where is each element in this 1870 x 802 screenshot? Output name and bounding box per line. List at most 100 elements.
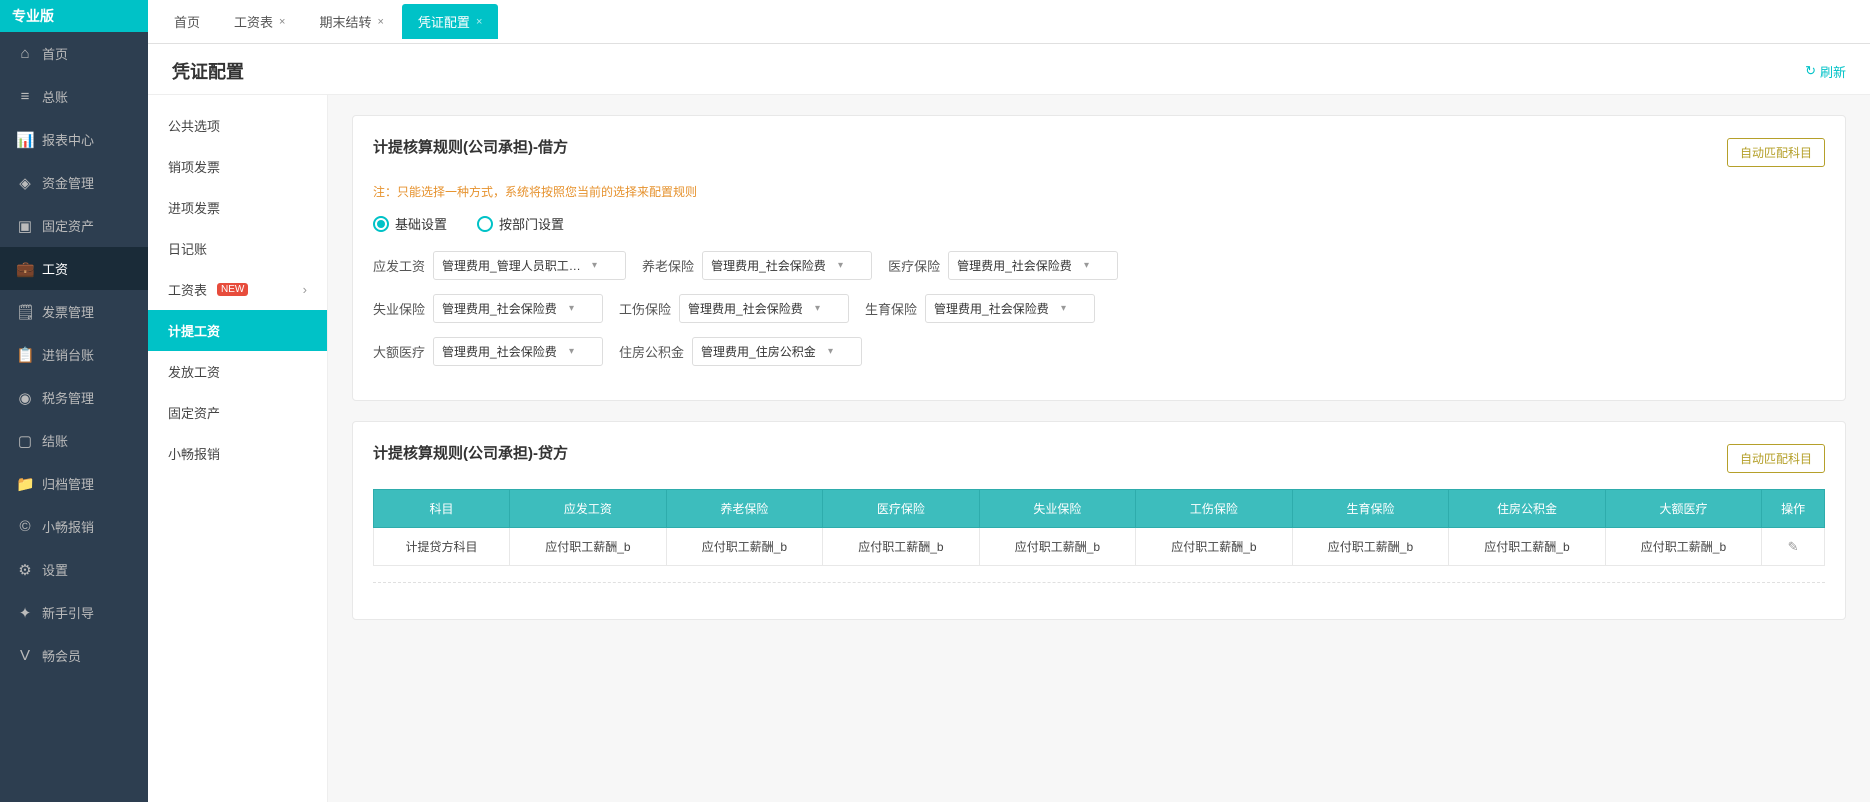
sidebar-item-xiaochang[interactable]: © 小畅报销 (0, 505, 148, 548)
tab-salary-table[interactable]: 工资表 × (218, 4, 301, 39)
td-salary: 应付职工薪酬_b (510, 528, 667, 566)
sidebar-label-report: 报表中心 (42, 130, 94, 149)
refresh-button[interactable]: ↻ 刷新 (1805, 62, 1846, 81)
tab-voucher-config-close[interactable]: × (476, 16, 482, 28)
table-row: 计提贷方科目 应付职工薪酬_b 应付职工薪酬_b 应付职工薪酬_b 应付职工薪酬… (374, 528, 1825, 566)
table-header-row: 科目 应发工资 养老保险 医疗保险 失业保险 工伤保险 生育保险 住房公积金 大… (374, 490, 1825, 528)
left-nav-sales-invoice[interactable]: 销项发票 (148, 146, 327, 187)
debit-form-row-2: 失业保险 管理费用_社会保险费 ▾ 工伤保险 管理费用_社会保险费 ▾ (373, 294, 1825, 323)
debit-auto-match-button[interactable]: 自动匹配科目 (1727, 138, 1825, 167)
left-nav-purchase-invoice[interactable]: 进项发票 (148, 187, 327, 228)
sidebar-label-settings: 设置 (42, 560, 68, 579)
sidebar-label-home: 首页 (42, 44, 68, 63)
sidebar-label-fund: 资金管理 (42, 173, 94, 192)
app-logo: 专业版 (0, 0, 148, 32)
radio-basic[interactable]: 基础设置 (373, 214, 447, 233)
new-badge: NEW (217, 283, 248, 296)
archive-icon: 📁 (16, 475, 34, 493)
th-major-medical: 大额医疗 (1605, 490, 1762, 528)
fund-icon: ◈ (16, 174, 34, 192)
td-housing: 应付职工薪酬_b (1449, 528, 1606, 566)
field-injury: 工伤保险 管理费用_社会保险费 ▾ (619, 294, 849, 323)
select-maternity[interactable]: 管理费用_社会保险费 ▾ (925, 294, 1095, 323)
sidebar-item-fund[interactable]: ◈ 资金管理 (0, 161, 148, 204)
sidebar-item-invoice[interactable]: 🗒 发票管理 (0, 290, 148, 333)
sidebar-label-ledger: 总账 (42, 87, 68, 106)
field-housing: 住房公积金 管理费用_住房公积金 ▾ (619, 337, 862, 366)
td-action[interactable]: ✎ (1762, 528, 1825, 566)
select-unemployment[interactable]: 管理费用_社会保险费 ▾ (433, 294, 603, 323)
radio-dept-label: 按部门设置 (499, 214, 564, 233)
sidebar-item-member[interactable]: V 畅会员 (0, 634, 148, 677)
tab-salary-table-label: 工资表 (234, 12, 273, 31)
refresh-icon: ↻ (1805, 63, 1816, 79)
select-housing[interactable]: 管理费用_住房公积金 ▾ (692, 337, 862, 366)
sidebar-item-home[interactable]: ⌂ 首页 (0, 32, 148, 75)
table-divider (373, 582, 1825, 583)
left-nav-pay-salary[interactable]: 发放工资 (148, 351, 327, 392)
chevron-maternity: ▾ (1061, 303, 1066, 314)
radio-dept[interactable]: 按部门设置 (477, 214, 564, 233)
td-injury: 应付职工薪酬_b (1136, 528, 1293, 566)
select-pension[interactable]: 管理费用_社会保险费 ▾ (702, 251, 872, 280)
credit-table: 科目 应发工资 养老保险 医疗保险 失业保险 工伤保险 生育保险 住房公积金 大… (373, 489, 1825, 566)
tab-period-close[interactable]: 期末结转 × (303, 4, 399, 39)
field-salary: 应发工资 管理费用_管理人员职工薪酬 ▾ (373, 251, 626, 280)
credit-section-title: 计提核算规则(公司承担)-贷方 (373, 442, 568, 463)
report-icon: 📊 (16, 131, 34, 149)
ledger-icon: ≡ (16, 88, 34, 105)
edit-icon[interactable]: ✎ (1788, 539, 1799, 554)
select-medical-text: 管理费用_社会保险费 (957, 257, 1072, 274)
select-injury[interactable]: 管理费用_社会保险费 ▾ (679, 294, 849, 323)
tab-salary-table-close[interactable]: × (279, 16, 285, 28)
label-unemployment: 失业保险 (373, 299, 425, 318)
sidebar-label-purchase: 进销台账 (42, 345, 94, 364)
sidebar-item-tax[interactable]: ◉ 税务管理 (0, 376, 148, 419)
td-subject: 计提贷方科目 (374, 528, 510, 566)
sidebar-item-report[interactable]: 📊 报表中心 (0, 118, 148, 161)
th-maternity: 生育保险 (1292, 490, 1449, 528)
left-nav-accrual[interactable]: 计提工资 (148, 310, 327, 351)
label-major-medical: 大额医疗 (373, 342, 425, 361)
sidebar-label-archive: 归档管理 (42, 474, 94, 493)
tab-period-close-close[interactable]: × (377, 16, 383, 28)
sidebar-item-ledger[interactable]: ≡ 总账 (0, 75, 148, 118)
sidebar-label-assets: 固定资产 (42, 216, 94, 235)
tabs-bar: 首页 工资表 × 期末结转 × 凭证配置 × (148, 0, 1870, 44)
tab-voucher-config-label: 凭证配置 (418, 12, 470, 31)
sidebar-item-archive[interactable]: 📁 归档管理 (0, 462, 148, 505)
debit-section: 计提核算规则(公司承担)-借方 自动匹配科目 注：只能选择一种方式，系统将按照您… (352, 115, 1846, 401)
label-maternity: 生育保险 (865, 299, 917, 318)
expand-icon: › (303, 282, 307, 297)
credit-section: 计提核算规则(公司承担)-贷方 自动匹配科目 科目 应发工资 养老保险 医疗保险… (352, 421, 1846, 620)
label-salary: 应发工资 (373, 256, 425, 275)
sidebar-label-guide: 新手引导 (42, 603, 94, 622)
select-major-medical[interactable]: 管理费用_社会保险费 ▾ (433, 337, 603, 366)
field-pension: 养老保险 管理费用_社会保险费 ▾ (642, 251, 872, 280)
chevron-salary: ▾ (592, 260, 597, 271)
tab-home[interactable]: 首页 (158, 4, 216, 39)
th-injury: 工伤保险 (1136, 490, 1293, 528)
th-action: 操作 (1762, 490, 1825, 528)
sidebar-item-settings[interactable]: ⚙ 设置 (0, 548, 148, 591)
content-area: 公共选项 销项发票 进项发票 日记账 工资表 NEW › 计提工资 发放工资 (148, 95, 1870, 802)
select-injury-text: 管理费用_社会保险费 (688, 300, 803, 317)
sidebar-item-assets[interactable]: ▣ 固定资产 (0, 204, 148, 247)
select-housing-text: 管理费用_住房公积金 (701, 343, 816, 360)
left-nav-xiaochang[interactable]: 小畅报销 (148, 433, 327, 474)
left-nav-public[interactable]: 公共选项 (148, 105, 327, 146)
sidebar-item-salary[interactable]: 💼 工资 (0, 247, 148, 290)
field-major-medical: 大额医疗 管理费用_社会保险费 ▾ (373, 337, 603, 366)
tab-voucher-config[interactable]: 凭证配置 × (402, 4, 498, 39)
sidebar-item-guide[interactable]: ✦ 新手引导 (0, 591, 148, 634)
sidebar-item-close[interactable]: ▢ 结账 (0, 419, 148, 462)
left-nav-journal[interactable]: 日记账 (148, 228, 327, 269)
select-medical[interactable]: 管理费用_社会保险费 ▾ (948, 251, 1118, 280)
select-maternity-text: 管理费用_社会保险费 (934, 300, 1049, 317)
select-salary[interactable]: 管理费用_管理人员职工薪酬 ▾ (433, 251, 626, 280)
left-nav-salary-table[interactable]: 工资表 NEW › (148, 269, 327, 310)
sidebar-item-purchase[interactable]: 📋 进销台账 (0, 333, 148, 376)
left-nav-fixed-assets[interactable]: 固定资产 (148, 392, 327, 433)
tab-home-label: 首页 (174, 12, 200, 31)
credit-auto-match-button[interactable]: 自动匹配科目 (1727, 444, 1825, 473)
